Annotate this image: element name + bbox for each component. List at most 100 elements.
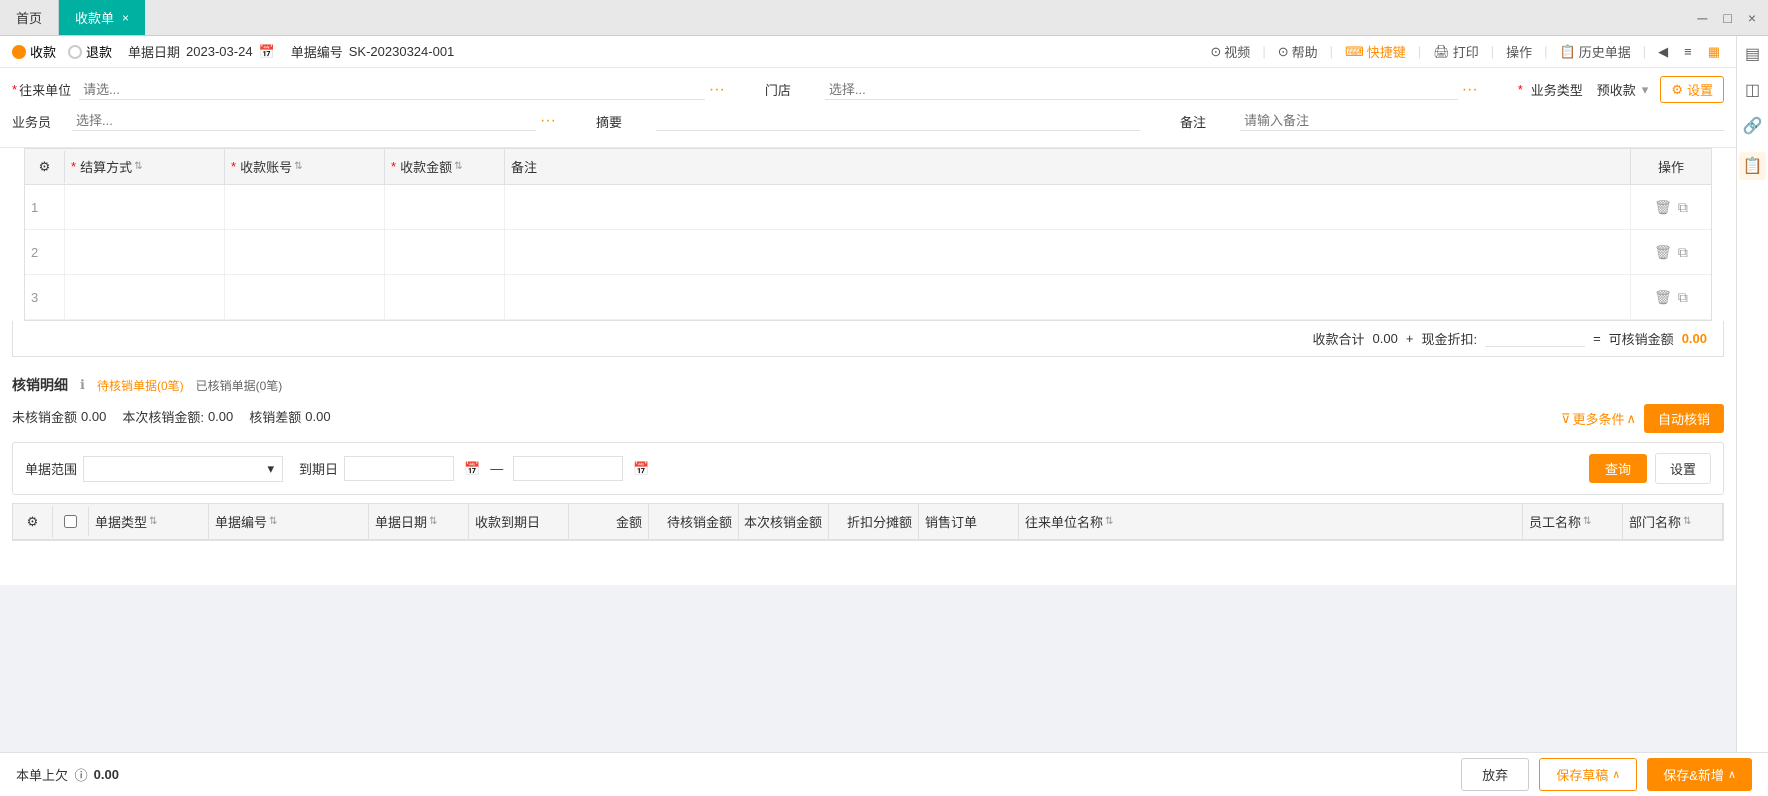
date-separator: — xyxy=(490,461,503,476)
staff-more-icon[interactable]: ··· xyxy=(540,112,556,130)
staff-label: 业务员 xyxy=(12,112,72,131)
td-account-3[interactable] xyxy=(225,275,385,319)
radio-refund-dot xyxy=(68,45,82,59)
history-btn[interactable]: 📋 历史单据 xyxy=(1556,42,1635,61)
save-draft-label: 保存草稿 xyxy=(1556,765,1608,784)
td-amount-1[interactable] xyxy=(385,185,505,229)
td-num-1: 1 xyxy=(25,185,65,229)
td-account-2[interactable] xyxy=(225,230,385,274)
summary-input[interactable] xyxy=(656,111,1140,131)
counterparty-input[interactable] xyxy=(79,80,705,100)
hexiao-stats: 未核销金额 0.00 本次核销金额: 0.00 核销差额 0.00 xyxy=(12,403,331,434)
note-input[interactable] xyxy=(1240,111,1724,131)
range-select[interactable]: ▾ xyxy=(83,456,283,482)
save-draft-button[interactable]: 保存草稿 ∧ xyxy=(1539,758,1637,791)
bth-type-sort[interactable]: ⇅ xyxy=(149,516,157,527)
discard-button[interactable]: 放弃 xyxy=(1461,758,1529,791)
shortcut-btn[interactable]: ⌨ 快捷键 xyxy=(1341,42,1410,61)
date-value[interactable]: 2023-03-24 xyxy=(186,44,253,59)
maximize-button[interactable]: □ xyxy=(1719,10,1735,26)
table-row: 3 🗑 ⧉ xyxy=(25,275,1711,320)
business-type-dropdown-icon[interactable]: ▾ xyxy=(1642,82,1649,98)
settings-button[interactable]: ⚙ 设置 xyxy=(1660,76,1724,103)
th-account-label: 收款账号 xyxy=(240,157,292,176)
tab-receipt[interactable]: 收款单 × xyxy=(59,0,145,35)
radio-receipt[interactable]: 收款 xyxy=(12,42,56,61)
save-new-button[interactable]: 保存&新增 ∧ xyxy=(1647,758,1752,791)
footer-info-icon[interactable]: ⓘ xyxy=(75,768,88,783)
store-more-icon[interactable]: ··· xyxy=(1462,81,1478,99)
bth-order-label: 销售订单 xyxy=(925,512,977,531)
date-field-group: 单据日期 2023-03-24 📅 xyxy=(128,42,275,61)
th-gear[interactable]: ⚙ xyxy=(25,151,65,183)
bth-staff-sort[interactable]: ⇅ xyxy=(1583,516,1591,527)
discount-input[interactable] xyxy=(1485,331,1585,347)
print-btn[interactable]: 🖨 打印 xyxy=(1429,42,1483,61)
sidebar-icon-3[interactable]: 🔗 xyxy=(1743,116,1763,136)
td-settle-1[interactable] xyxy=(65,185,225,229)
date-calendar-icon[interactable]: 📅 xyxy=(259,44,275,60)
auto-hexiao-button[interactable]: 自动核销 xyxy=(1644,404,1724,433)
hexiao-info-icon[interactable]: ℹ xyxy=(80,377,85,393)
date-start-input[interactable]: 2022-04-01 xyxy=(344,456,454,481)
staff-input[interactable] xyxy=(72,111,536,131)
tab-done[interactable]: 已核销单据(0笔) xyxy=(196,377,283,394)
amount-sort-icon[interactable]: ⇅ xyxy=(454,161,462,172)
video-btn[interactable]: ⊙ 视频 xyxy=(1206,42,1254,61)
bth-dept-sort[interactable]: ⇅ xyxy=(1683,516,1691,527)
copy-icon-1[interactable]: ⧉ xyxy=(1678,199,1688,216)
counterparty-more-icon[interactable]: ··· xyxy=(709,81,725,99)
bth-check[interactable] xyxy=(53,507,89,536)
layout-btn1[interactable]: ≡ xyxy=(1680,44,1696,59)
sidebar-icon-2[interactable]: ◫ xyxy=(1745,80,1760,100)
tab-close-icon[interactable]: × xyxy=(122,11,129,25)
settle-sort-icon[interactable]: ⇅ xyxy=(134,161,142,172)
query-button[interactable]: 查询 xyxy=(1589,454,1647,483)
store-field: 门店 ··· xyxy=(765,80,1478,100)
layout-btn2[interactable]: ▦ xyxy=(1704,44,1724,60)
minimize-button[interactable]: ─ xyxy=(1693,10,1711,26)
td-remark-3[interactable] xyxy=(505,275,1631,319)
bth-company-sort[interactable]: ⇅ xyxy=(1105,516,1113,527)
bth-num-sort[interactable]: ⇅ xyxy=(269,516,277,527)
operations-btn[interactable]: 操作 xyxy=(1502,42,1536,61)
th-settle: * 结算方式 ⇅ xyxy=(65,149,225,184)
td-amount-2[interactable] xyxy=(385,230,505,274)
num-value[interactable]: SK-20230324-001 xyxy=(349,44,455,59)
bth-type: 单据类型 ⇅ xyxy=(89,504,209,539)
sidebar-icon-4[interactable]: 📋 xyxy=(1739,152,1767,180)
store-input[interactable] xyxy=(825,80,1458,100)
close-button[interactable]: × xyxy=(1744,10,1760,26)
date-end-cal-icon[interactable]: 📅 xyxy=(633,461,649,477)
filter-settings-button[interactable]: 设置 xyxy=(1655,453,1711,484)
tab-pending[interactable]: 待核销单据(0笔) xyxy=(97,377,184,394)
bth-gear[interactable]: ⚙ xyxy=(13,506,53,538)
td-account-1[interactable] xyxy=(225,185,385,229)
td-settle-2[interactable] xyxy=(65,230,225,274)
radio-refund[interactable]: 退款 xyxy=(68,42,112,61)
delete-icon-2[interactable]: 🗑 xyxy=(1654,244,1672,261)
tab-home[interactable]: 首页 xyxy=(0,0,59,35)
account-sort-icon[interactable]: ⇅ xyxy=(294,161,302,172)
td-amount-3[interactable] xyxy=(385,275,505,319)
delete-icon-3[interactable]: 🗑 xyxy=(1654,289,1672,306)
help-btn[interactable]: ⊙ 帮助 xyxy=(1274,42,1322,61)
bth-pending-label: 待核销金额 xyxy=(667,512,732,531)
settings-gear-icon: ⚙ xyxy=(1671,82,1683,98)
unchecked-label: 未核销金额 xyxy=(12,407,77,426)
more-conditions-btn[interactable]: ⊽ 更多条件 ∧ xyxy=(1561,409,1636,428)
date-start-cal-icon[interactable]: 📅 xyxy=(464,461,480,477)
select-all-checkbox[interactable] xyxy=(64,515,77,528)
bottom-table: ⚙ 单据类型 ⇅ 单据编号 ⇅ 单据日期 ⇅ 收款到期日 xyxy=(12,503,1724,541)
td-settle-3[interactable] xyxy=(65,275,225,319)
delete-icon-1[interactable]: 🗑 xyxy=(1654,199,1672,216)
td-remark-1[interactable] xyxy=(505,185,1631,229)
date-end-input[interactable]: 2022-04-12 xyxy=(513,456,623,481)
bth-date-sort[interactable]: ⇅ xyxy=(429,516,437,527)
copy-icon-2[interactable]: ⧉ xyxy=(1678,244,1688,261)
sidebar-icon-1[interactable]: ▤ xyxy=(1745,44,1760,64)
date-label: 单据日期 xyxy=(128,42,180,61)
prev-btn[interactable]: ◀ xyxy=(1654,44,1672,60)
td-remark-2[interactable] xyxy=(505,230,1631,274)
copy-icon-3[interactable]: ⧉ xyxy=(1678,289,1688,306)
